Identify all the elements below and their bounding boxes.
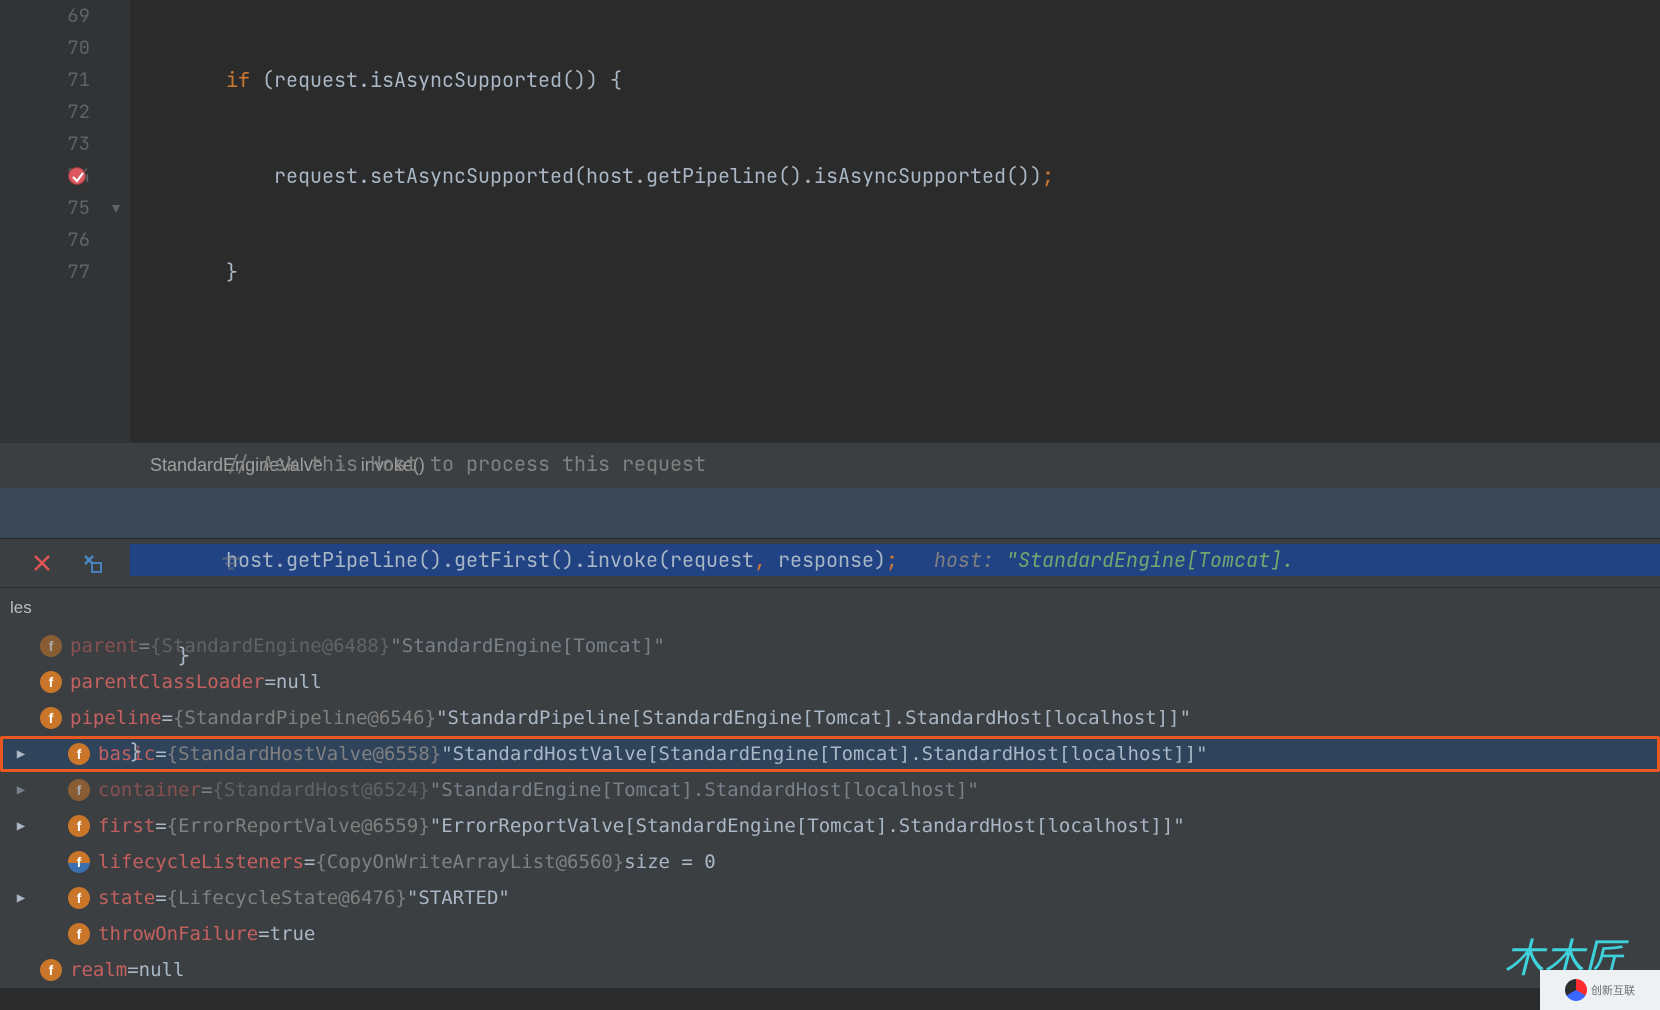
field-icon: f (40, 707, 62, 729)
expand-arrow-icon[interactable]: ▶ (10, 736, 32, 772)
variable-row[interactable]: fparent = {StandardEngine@6488} "Standar… (0, 628, 1660, 664)
line-number: 69 (0, 0, 90, 32)
variable-value: "StandardEngine[Tomcat]" (390, 628, 665, 664)
variable-row[interactable]: ▶fcontainer = {StandardHost@6524} "Stand… (0, 772, 1660, 808)
inline-debug-hint: host: (898, 547, 1006, 573)
expand-arrow-icon[interactable]: ▶ (10, 880, 32, 916)
line-number: 71 (0, 64, 90, 96)
variable-value: null (139, 952, 185, 988)
field-icon: f (40, 959, 62, 981)
field-icon: f (40, 671, 62, 693)
set-value-icon[interactable] (80, 551, 104, 575)
gutter: 69 70 71 72 73 74 75 76 77 (0, 0, 130, 442)
object-reference: {StandardEngine@6488} (150, 628, 390, 664)
line-number: 70 (0, 32, 90, 64)
variable-value: "StandardEngine[Tomcat].StandardHost[loc… (430, 772, 979, 808)
object-reference: {StandardHost@6524} (212, 772, 429, 808)
expand-arrow-icon[interactable]: ▶ (10, 808, 32, 844)
line-number: 75 (0, 192, 90, 224)
line-number: 76 (0, 224, 90, 256)
code-editor[interactable]: 69 70 71 72 73 74 75 76 77 if (request.i… (0, 0, 1660, 442)
line-number: 72 (0, 96, 90, 128)
keyword-if: if (226, 67, 250, 93)
variable-name: parent (70, 628, 139, 664)
code-content[interactable]: if (request.isAsyncSupported()) { reques… (130, 0, 1660, 442)
fold-marker-icon[interactable] (110, 195, 124, 209)
field-icon: f (68, 887, 90, 909)
field-icon: f (68, 779, 90, 801)
variable-name: container (98, 772, 201, 808)
field-icon: f (68, 815, 90, 837)
comment: // Ask this Host to process this request (130, 451, 706, 477)
field-icon: f (40, 635, 62, 657)
remove-watch-icon[interactable] (30, 551, 54, 575)
corner-logo: 创新互联 (1540, 970, 1660, 1010)
filter-icon[interactable] (219, 551, 243, 575)
field-icon: f (68, 743, 90, 765)
line-number: 73 (0, 128, 90, 160)
field-icon: f (68, 923, 90, 945)
line-number: 77 (0, 256, 90, 288)
expand-arrow-icon[interactable]: ▶ (10, 772, 32, 808)
variable-row[interactable]: frealm = null (0, 952, 1660, 988)
breakpoint-icon[interactable] (68, 167, 86, 185)
field-icon: f (68, 851, 90, 873)
current-execution-line: host.getPipeline().getFirst().invoke(req… (130, 544, 1660, 576)
variable-name: realm (70, 952, 127, 988)
